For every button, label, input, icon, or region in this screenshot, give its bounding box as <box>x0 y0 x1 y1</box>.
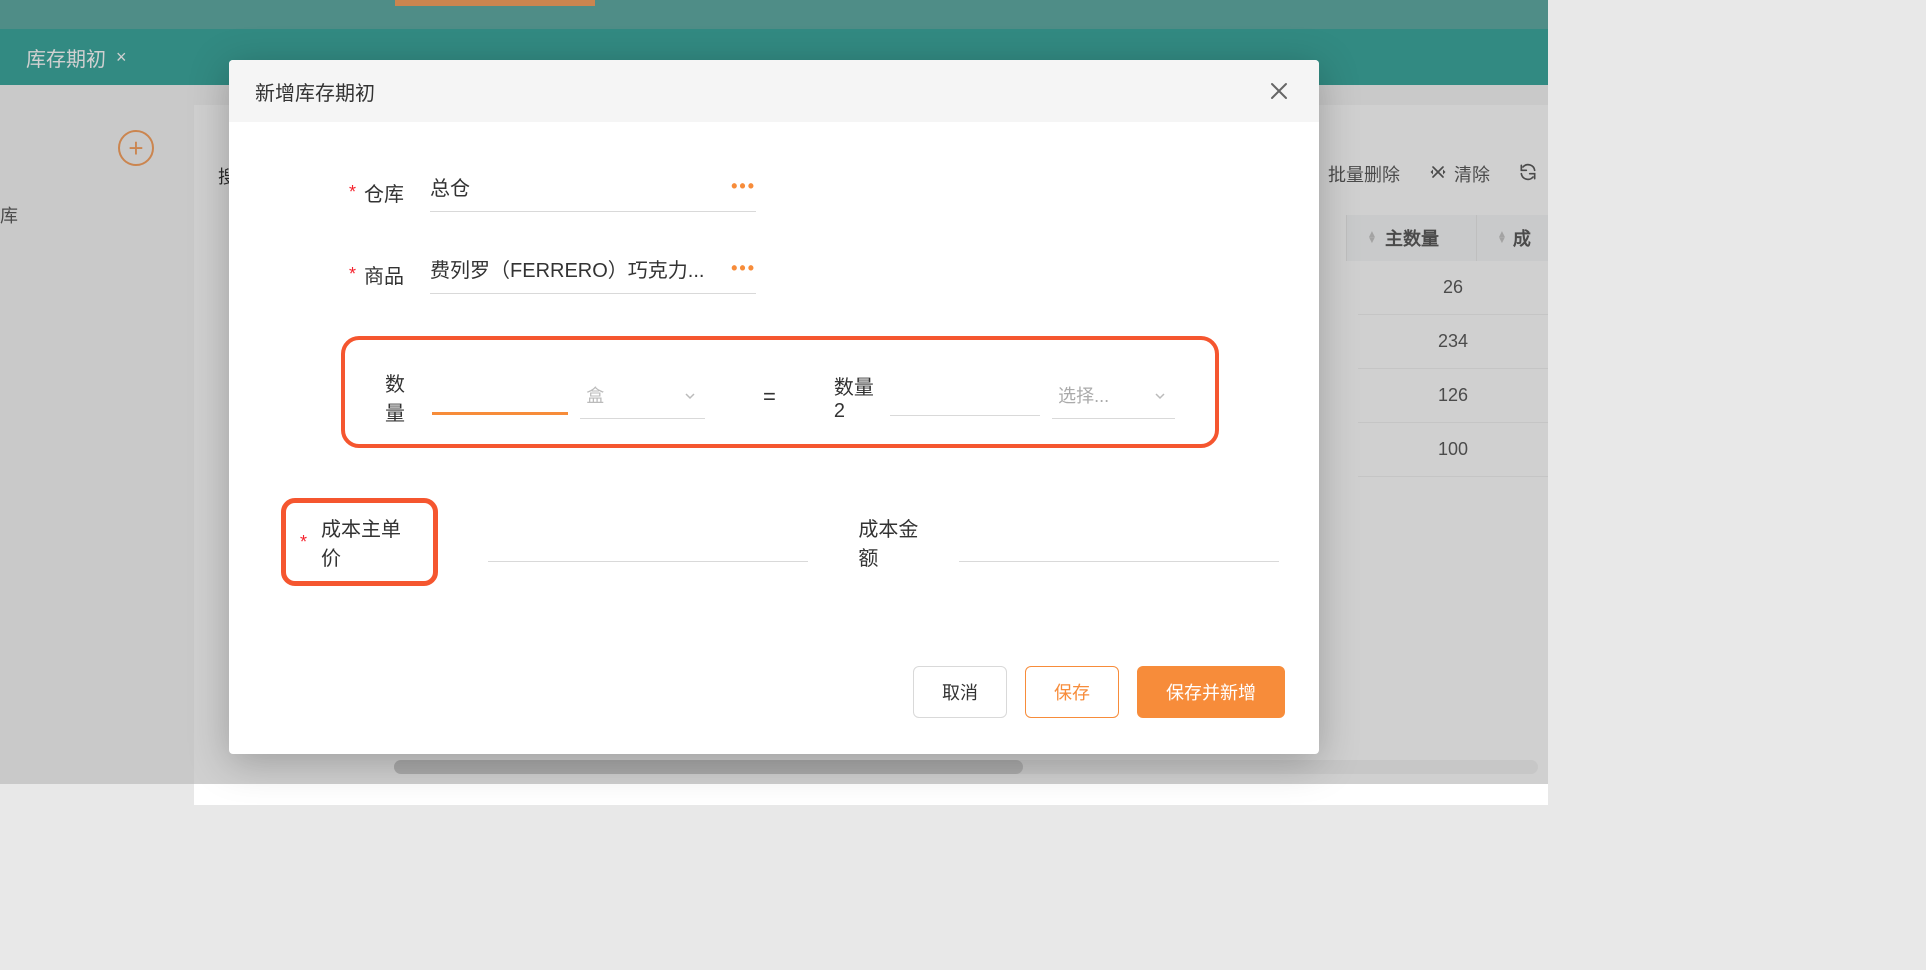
chevron-down-icon <box>683 387 699 403</box>
product-picker[interactable]: 费列罗（FERRERO）巧克力... ••• <box>430 254 756 294</box>
quantity-section: 数量 盒 = 数量2 选择... <box>341 336 1219 448</box>
cost-row: * 成本主单价 成本金额 <box>269 498 1279 586</box>
qty1-unit-select[interactable]: 盒 <box>580 376 705 419</box>
field-product: * 商品 费列罗（FERRERO）巧克力... ••• <box>269 254 1279 294</box>
chevron-down-icon <box>1153 387 1169 403</box>
cost-amount-input[interactable] <box>959 522 1279 562</box>
cost-unit-input[interactable] <box>488 522 809 562</box>
field-warehouse: * 仓库 总仓 ••• <box>269 172 1279 212</box>
product-label: 商品 <box>364 260 412 289</box>
save-and-new-button[interactable]: 保存并新增 <box>1137 666 1285 718</box>
equals-sign: = <box>763 384 776 410</box>
cost-amount-label: 成本金额 <box>858 513 937 571</box>
qty2-label: 数量2 <box>834 371 878 423</box>
ellipsis-icon[interactable]: ••• <box>731 176 756 197</box>
required-indicator: * <box>300 532 307 553</box>
cost-unit-label: 成本主单价 <box>321 513 419 571</box>
modal-add-inventory: 新增库存期初 * 仓库 总仓 ••• * 商品 <box>229 60 1319 754</box>
product-value: 费列罗（FERRERO）巧克力... <box>430 254 704 283</box>
warehouse-label: 仓库 <box>364 178 412 207</box>
warehouse-picker[interactable]: 总仓 ••• <box>430 172 756 212</box>
save-button[interactable]: 保存 <box>1025 666 1119 718</box>
qty1-unit-placeholder: 盒 <box>586 382 604 408</box>
qty1-label: 数量 <box>385 368 420 426</box>
cost-unit-label-box: * 成本主单价 <box>281 498 438 586</box>
qty2-unit-select[interactable]: 选择... <box>1052 376 1175 419</box>
ellipsis-icon[interactable]: ••• <box>731 258 756 279</box>
qty2-unit-placeholder: 选择... <box>1058 382 1109 408</box>
required-indicator: * <box>349 182 356 203</box>
qty1-input[interactable] <box>432 379 568 415</box>
warehouse-value: 总仓 <box>430 172 470 201</box>
modal-overlay: 新增库存期初 * 仓库 总仓 ••• * 商品 <box>0 0 1548 784</box>
qty2-input[interactable] <box>890 378 1040 416</box>
close-icon[interactable] <box>1265 77 1293 105</box>
cancel-button[interactable]: 取消 <box>913 666 1007 718</box>
required-indicator: * <box>349 264 356 285</box>
modal-title: 新增库存期初 <box>255 77 375 106</box>
